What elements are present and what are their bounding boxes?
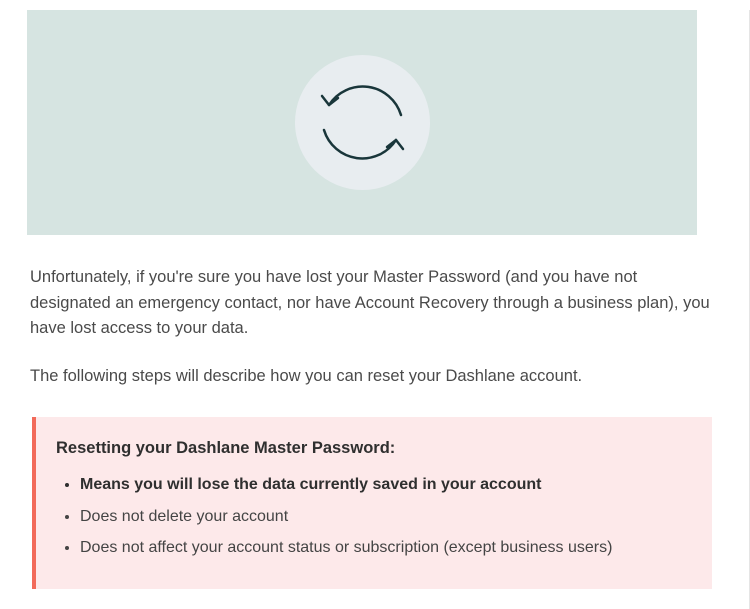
callout-item: Does not delete your account [80,504,688,530]
article-body: Unfortunately, if you're sure you have l… [0,235,749,589]
paragraph-intro: The following steps will describe how yo… [30,364,714,390]
paragraph-warning: Unfortunately, if you're sure you have l… [30,265,714,342]
callout-title: Resetting your Dashlane Master Password: [56,439,688,458]
article-page: Unfortunately, if you're sure you have l… [0,10,750,609]
callout-item: Does not affect your account status or s… [80,535,688,561]
hero-icon-circle [295,55,430,190]
callout-reset-info: Resetting your Dashlane Master Password:… [32,417,712,589]
refresh-cycle-icon [295,55,430,190]
callout-list: Means you will lose the data currently s… [56,472,688,561]
hero-banner [27,10,697,235]
callout-item: Means you will lose the data currently s… [80,472,688,498]
